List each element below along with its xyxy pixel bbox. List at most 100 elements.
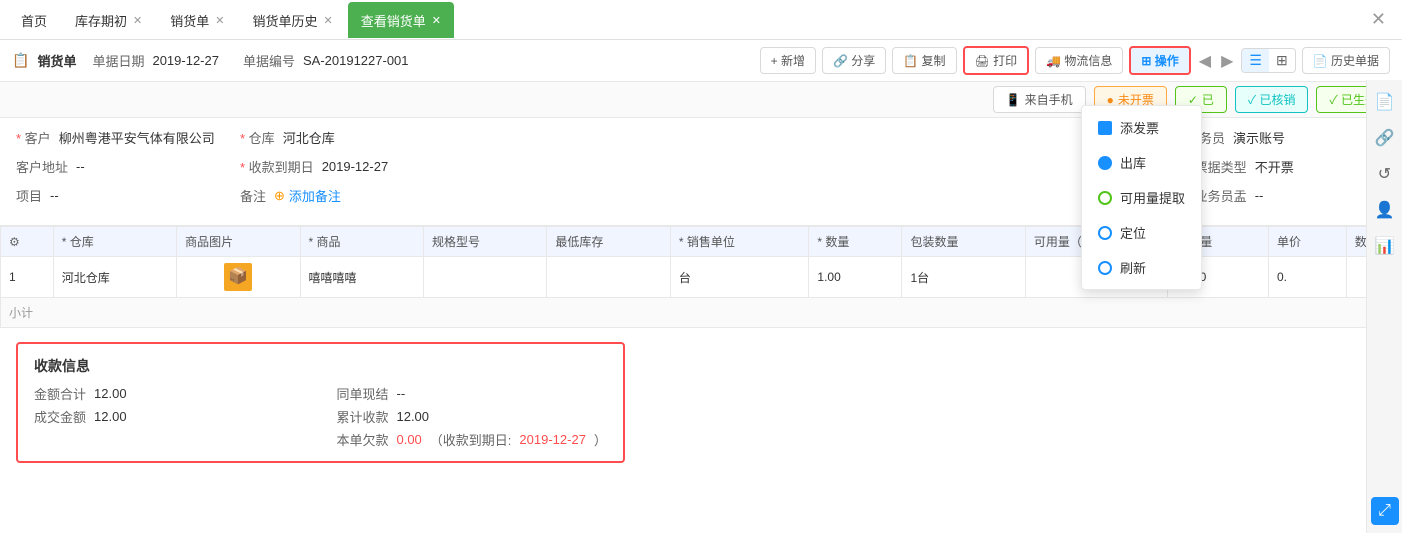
row-index: 1	[1, 257, 54, 298]
sidebar-expand-icon[interactable]: ⤢	[1371, 497, 1399, 525]
right-sidebar: 📄 🔗 ↺ 👤 📊 ⤢	[1366, 80, 1402, 533]
tab-bar: 首页 库存期初 ✕ 销货单 ✕ 销货单历史 ✕ 查看销货单 ✕ ✕	[0, 0, 1402, 40]
toolbar: 📋 销货单 单据日期 2019-12-27 单据编号 SA-20191227-0…	[0, 40, 1402, 82]
row-spec	[423, 257, 546, 298]
payment-section: 收款信息 金额合计 12.00 同单现结 -- 成交金额 12.00	[0, 332, 1402, 473]
ticket-field: 票据类型 不开票	[1186, 157, 1386, 176]
qty-icon	[1098, 191, 1112, 205]
product-image: 📦	[224, 263, 252, 291]
row-warehouse: 河北仓库	[53, 257, 176, 298]
menu-add-invoice[interactable]: 添发票	[1082, 110, 1201, 145]
sidebar-chart-icon[interactable]: 📊	[1371, 232, 1399, 260]
due-date-field: 收款到期日 2019-12-27	[240, 157, 440, 176]
due-date-value: 2019-12-27	[322, 159, 389, 174]
tab-inventory[interactable]: 库存期初 ✕	[62, 2, 155, 38]
row-price: 0.	[1268, 257, 1346, 298]
nav-prev[interactable]: ◀	[1197, 51, 1213, 71]
share-button[interactable]: 🔗 分享	[822, 47, 886, 74]
from-phone-button[interactable]: 📱 来自手机	[993, 86, 1086, 113]
sales-staff-value: --	[1255, 188, 1264, 203]
copy-button[interactable]: 📋 复制	[892, 47, 956, 74]
invoice-icon	[1098, 121, 1112, 135]
print-button[interactable]: 🖨 打印	[963, 46, 1030, 75]
due-label: 本单欠款	[336, 430, 388, 449]
tab-view-sales[interactable]: 查看销货单 ✕	[348, 2, 454, 38]
tab-home[interactable]: 首页	[8, 2, 60, 38]
staff-field: 业务员 演示账号	[1186, 128, 1386, 147]
col-image: 商品图片	[177, 227, 300, 257]
due-row: 本单欠款 0.00 （收款到期日: 2019-12-27 ）	[336, 430, 606, 449]
warehouse-value: 河北仓库	[283, 128, 335, 147]
refresh-icon	[1098, 261, 1112, 275]
customer-field: 客户 柳州粤港平安气体有限公司	[16, 128, 216, 147]
col-unit: * 销售单位	[670, 227, 809, 257]
subtotal-label: 小计	[1, 298, 1402, 328]
document-icon: 📋	[12, 52, 29, 69]
no-value: SA-20191227-001	[303, 53, 409, 68]
project-field: 项目 --	[16, 186, 216, 205]
empty-row	[34, 430, 304, 449]
row-product: 嘻嘻嘻嘻	[300, 257, 423, 298]
sidebar-link-icon[interactable]: 🔗	[1371, 124, 1399, 152]
tab-close-sales[interactable]: ✕	[215, 14, 224, 27]
no-label: 单据编号	[243, 51, 295, 70]
payment-info-title: 收款信息	[34, 356, 607, 376]
tab-sales[interactable]: 销货单 ✕	[157, 2, 237, 38]
outbound-icon	[1098, 156, 1112, 170]
col-price: 单价	[1268, 227, 1346, 257]
remark-placeholder: 添加备注	[289, 186, 341, 205]
tab-close-view-sales[interactable]: ✕	[432, 14, 441, 27]
subtotal-row: 小计	[1, 298, 1402, 328]
toolbar-right: + 新增 🔗 分享 📋 复制 🖨 打印 🚚 物流信息 ⊞ 操作 ◀ ▶ ☰ ⊞ …	[760, 46, 1390, 75]
due-note-end: ）	[594, 430, 607, 449]
view-list-button[interactable]: ☰	[1242, 49, 1269, 72]
payment-info-grid: 金额合计 12.00 同单现结 -- 成交金额 12.00 累计收款 12.00	[34, 384, 607, 449]
customer-value: 柳州粤港平安气体有限公司	[59, 128, 215, 147]
operation-button[interactable]: ⊞ 操作	[1129, 46, 1190, 75]
total-label: 金额合计	[34, 384, 86, 403]
sidebar-refresh-icon[interactable]: ↺	[1371, 160, 1399, 188]
view-grid-button[interactable]: ⊞	[1269, 49, 1295, 72]
main-content: 📋 销货单 单据日期 2019-12-27 单据编号 SA-20191227-0…	[0, 40, 1402, 533]
add-remark-button[interactable]: ⊕ 添加备注	[274, 186, 341, 205]
customer-label: 客户	[16, 128, 51, 147]
cancelled-button[interactable]: ✓ 已核销	[1235, 86, 1309, 113]
sidebar-doc-icon[interactable]: 📄	[1371, 88, 1399, 116]
cumulative-label: 累计收款	[336, 407, 388, 426]
sidebar-user-icon[interactable]: 👤	[1371, 196, 1399, 224]
gear-icon[interactable]: ⚙	[9, 235, 20, 249]
col-qty: * 数量	[809, 227, 902, 257]
col-min-stock: 最低库存	[547, 227, 670, 257]
total-value: 12.00	[94, 386, 127, 401]
new-button[interactable]: + 新增	[760, 47, 816, 74]
menu-locate[interactable]: 定位	[1082, 215, 1201, 250]
date-value: 2019-12-27	[152, 53, 219, 68]
row-unit: 台	[670, 257, 809, 298]
tab-bar-right: ✕	[1363, 9, 1394, 30]
transaction-value: 12.00	[94, 409, 127, 424]
tab-close-sales-history[interactable]: ✕	[324, 14, 333, 27]
row-pack: 1台	[902, 257, 1025, 298]
sales-staff-field: 业务员盂 --	[1186, 186, 1386, 205]
ticket-value: 不开票	[1255, 157, 1294, 176]
tab-close-inventory[interactable]: ✕	[133, 14, 142, 27]
menu-available-qty[interactable]: 可用量提取	[1082, 180, 1201, 215]
same-order-label: 同单现结	[336, 384, 388, 403]
history-button[interactable]: 📄 历史单据	[1302, 47, 1390, 74]
remark-label: 备注	[240, 186, 266, 205]
phone-icon: 📱	[1006, 93, 1021, 107]
col-spec: 规格型号	[423, 227, 546, 257]
operation-dropdown: 添发票 出库 可用量提取 定位 刷新	[1081, 105, 1202, 290]
address-value: --	[76, 159, 85, 174]
logistics-button[interactable]: 🚚 物流信息	[1035, 47, 1123, 74]
cumulative-row: 累计收款 12.00	[336, 407, 606, 426]
staff-value: 演示账号	[1233, 128, 1285, 147]
nav-next[interactable]: ▶	[1219, 51, 1235, 71]
address-label: 客户地址	[16, 157, 68, 176]
payment-info-box: 收款信息 金额合计 12.00 同单现结 -- 成交金额 12.00	[16, 342, 625, 463]
menu-refresh[interactable]: 刷新	[1082, 250, 1201, 285]
tab-sales-history[interactable]: 销货单历史 ✕	[239, 2, 345, 38]
row-qty: 1.00	[809, 257, 902, 298]
menu-outbound[interactable]: 出库	[1082, 145, 1201, 180]
window-close-button[interactable]: ✕	[1363, 9, 1394, 30]
